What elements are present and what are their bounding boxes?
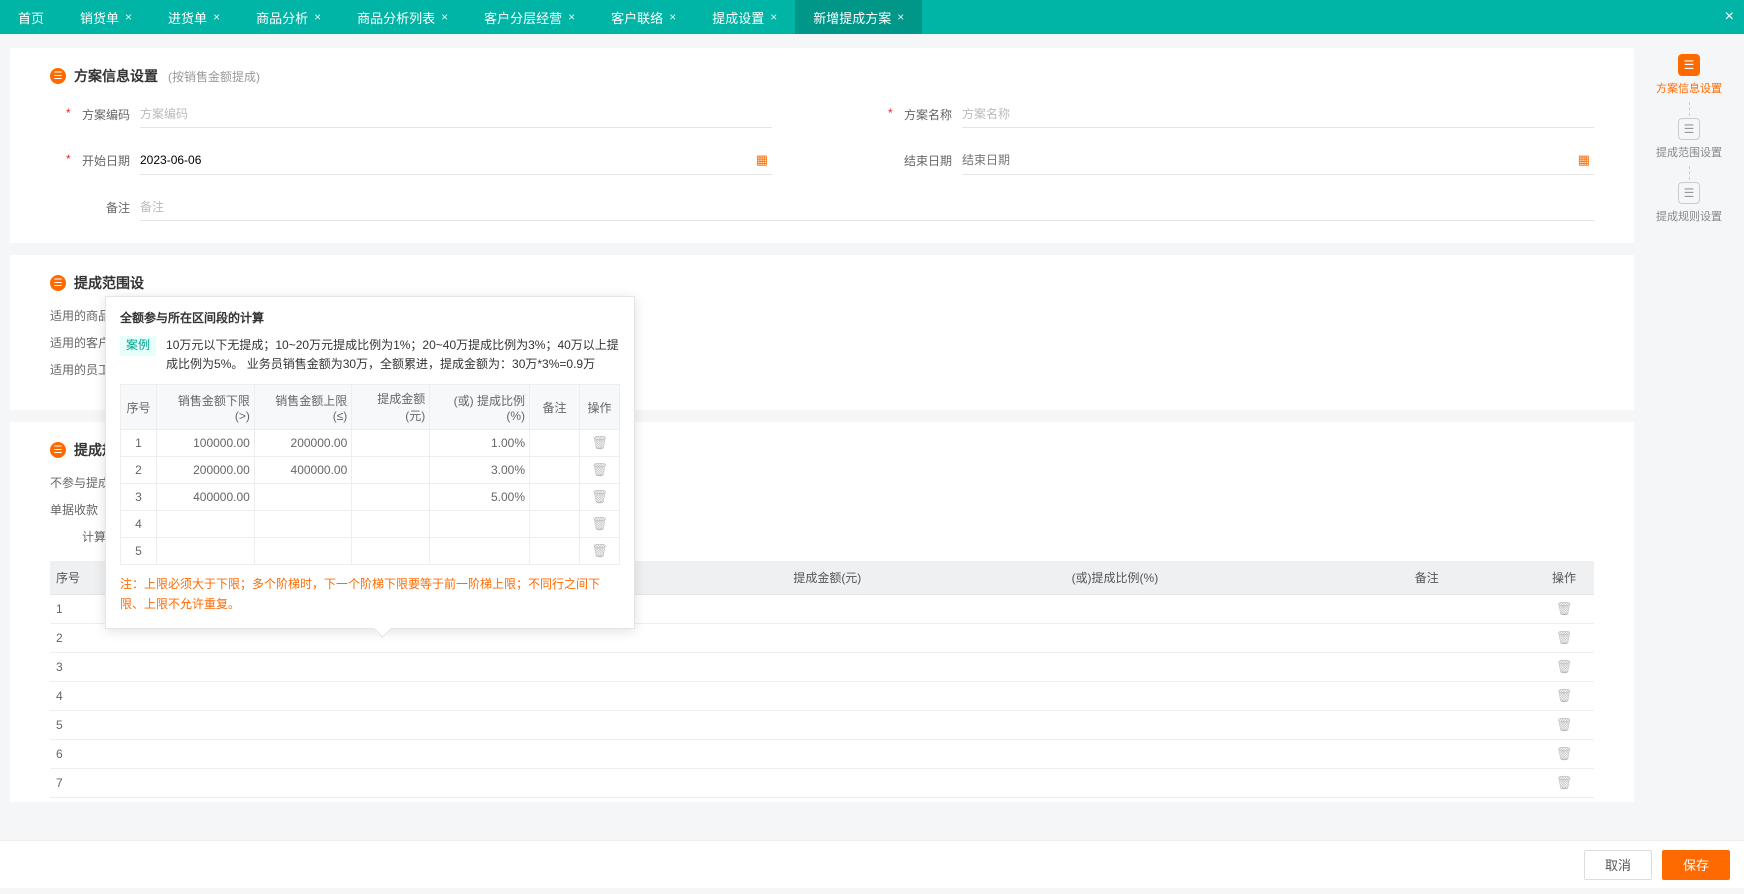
delete-icon[interactable]: 🗑 [1556,659,1573,674]
start-date-input[interactable] [140,146,752,174]
save-button[interactable]: 保存 [1662,850,1730,880]
remark-input[interactable] [140,193,1594,221]
step-icon: ☰ [1678,54,1700,76]
end-date-input[interactable] [962,146,1574,174]
section-plan-info: ☰ 方案信息设置 (按销售金额提成) *方案编码 *方案名称 *开始日期 [10,48,1634,243]
case-text: 10万元以下无提成；10~20万元提成比例为1%；20~40万提成比例为3%；4… [166,336,620,374]
plan-code-input[interactable] [140,100,772,128]
close-icon[interactable]: × [314,10,321,24]
page-footer: 取消 保存 [0,840,1744,888]
tab-customer-contact[interactable]: 客户联络× [593,0,694,34]
table-row[interactable]: 4🗑 [50,682,1594,711]
step-icon: ☰ [1678,182,1700,204]
table-row: 2200000.00400000.003.00%🗑 [121,457,620,484]
remark-label: 备注 [50,199,140,216]
delete-icon[interactable]: 🗑 [1556,601,1573,616]
delete-icon[interactable]: 🗑 [591,435,608,450]
section-icon: ☰ [50,68,66,84]
delete-icon[interactable]: 🗑 [591,516,608,531]
tab-product-analysis[interactable]: 商品分析× [238,0,339,34]
calendar-icon[interactable]: ▦ [752,152,772,168]
calc-rule-popover: 全额参与所在区间段的计算 案例 10万元以下无提成；10~20万元提成比例为1%… [105,296,635,629]
table-row[interactable]: 5🗑 [50,711,1594,740]
anchor-nav: ☰ 方案信息设置 ☰ 提成范围设置 ☰ 提成规则设置 [1644,48,1734,228]
close-icon[interactable]: × [568,10,575,24]
close-all-icon[interactable]: × [1725,0,1734,34]
section-subtitle: (按销售金额提成) [168,68,260,85]
step-scope[interactable]: ☰ 提成范围设置 [1656,118,1722,160]
delete-icon[interactable]: 🗑 [1556,746,1573,761]
tab-commission-settings[interactable]: 提成设置× [694,0,795,34]
close-icon[interactable]: × [669,10,676,24]
table-row: 5🗑 [121,538,620,565]
tab-new-commission-plan[interactable]: 新增提成方案× [795,0,922,34]
tab-customer-tier[interactable]: 客户分层经营× [466,0,593,34]
section-icon: ☰ [50,275,66,291]
section-title: 方案信息设置 [74,66,158,86]
delete-icon[interactable]: 🗑 [591,462,608,477]
close-icon[interactable]: × [125,10,132,24]
popover-note: 注：上限必须大于下限；多个阶梯时，下一个阶梯下限要等于前一阶梯上限；不同行之间下… [120,575,620,613]
tab-bar: 首页 销货单× 进货单× 商品分析× 商品分析列表× 客户分层经营× 客户联络×… [0,0,1744,34]
close-icon[interactable]: × [897,10,904,24]
case-badge: 案例 [120,336,156,356]
table-row: 1100000.00200000.001.00%🗑 [121,430,620,457]
delete-icon[interactable]: 🗑 [591,543,608,558]
delete-icon[interactable]: 🗑 [1556,688,1573,703]
table-row: 4🗑 [121,511,620,538]
step-icon: ☰ [1678,118,1700,140]
plan-name-input[interactable] [962,100,1594,128]
close-icon[interactable]: × [441,10,448,24]
table-row: 3400000.005.00%🗑 [121,484,620,511]
calendar-icon[interactable]: ▦ [1574,152,1594,168]
start-date-label: *开始日期 [50,152,140,169]
table-row[interactable]: 7🗑 [50,769,1594,798]
tab-purchase-order[interactable]: 进货单× [150,0,238,34]
delete-icon[interactable]: 🗑 [1556,630,1573,645]
close-icon[interactable]: × [213,10,220,24]
table-row[interactable]: 3🗑 [50,653,1594,682]
section-icon: ☰ [50,442,66,458]
close-icon[interactable]: × [770,10,777,24]
delete-icon[interactable]: 🗑 [591,489,608,504]
delete-icon[interactable]: 🗑 [1556,717,1573,732]
plan-code-label: *方案编码 [50,106,140,123]
end-date-label: 结束日期 [872,152,962,169]
cancel-button[interactable]: 取消 [1584,850,1652,880]
step-rule[interactable]: ☰ 提成规则设置 [1656,182,1722,224]
plan-name-label: *方案名称 [872,106,962,123]
delete-icon[interactable]: 🗑 [1556,775,1573,790]
popover-table: 序号 销售金额下限 (>) 销售金额上限 (≤) 提成金额 (元) (或) 提成… [120,384,620,565]
tab-product-analysis-list[interactable]: 商品分析列表× [339,0,466,34]
popover-title: 全额参与所在区间段的计算 [120,309,620,326]
tab-sales-order[interactable]: 销货单× [62,0,150,34]
step-plan-info[interactable]: ☰ 方案信息设置 [1656,54,1722,96]
tab-home[interactable]: 首页 [0,0,62,34]
section-title: 提成范围设 [74,273,144,293]
table-row[interactable]: 6🗑 [50,740,1594,769]
